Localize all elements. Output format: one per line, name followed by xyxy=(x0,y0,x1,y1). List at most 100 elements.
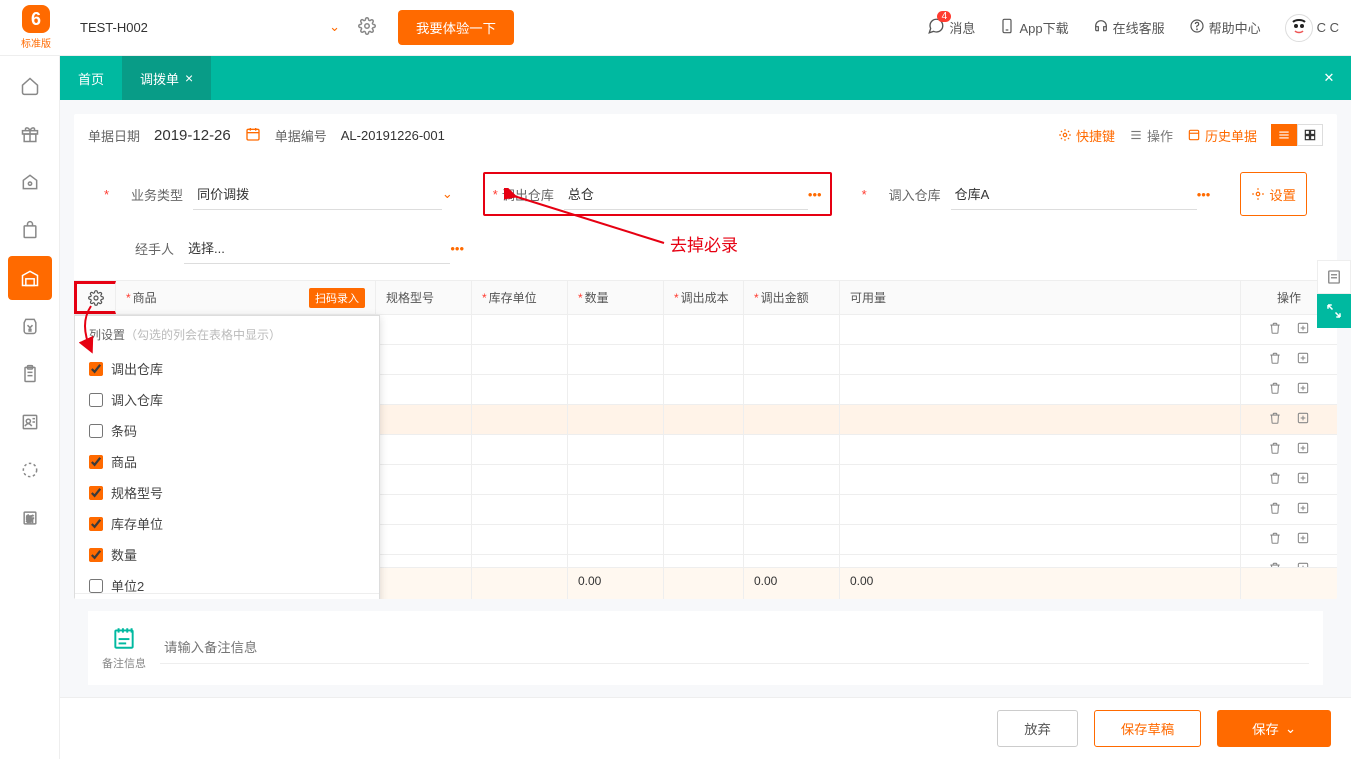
col-item[interactable]: 库存单位 xyxy=(89,508,365,539)
col-checkbox[interactable] xyxy=(89,548,103,562)
top-right-nav: 消息 4 App下载 在线客服 帮助中心 C C xyxy=(927,14,1339,42)
save-button[interactable]: 保存 ⌄ xyxy=(1217,710,1331,747)
sidebar-item-warehouse[interactable] xyxy=(8,256,52,300)
delete-row-icon[interactable] xyxy=(1268,381,1282,398)
col-item[interactable]: 规格型号 xyxy=(89,477,365,508)
main: 首页 调拨单 × ✕ 单据日期 2019-12-26 单据编号 AL-20191… xyxy=(60,56,1351,759)
delete-row-icon[interactable] xyxy=(1268,411,1282,428)
delete-row-icon[interactable] xyxy=(1268,441,1282,458)
delete-row-icon[interactable] xyxy=(1268,351,1282,368)
column-settings-button[interactable] xyxy=(74,281,116,314)
col-checkbox[interactable] xyxy=(89,579,103,593)
sidebar-item-money[interactable] xyxy=(8,304,52,348)
col-item[interactable]: 单位2 xyxy=(89,570,365,593)
delete-row-icon[interactable] xyxy=(1268,531,1282,548)
messages-label: 消息 xyxy=(949,18,975,37)
expand-button[interactable] xyxy=(1317,294,1351,328)
sidebar-item-contacts[interactable] xyxy=(8,400,52,444)
col-unit: *库存单位 xyxy=(472,281,568,314)
col-checkbox[interactable] xyxy=(89,362,103,376)
scan-badge[interactable]: 扫码录入 xyxy=(309,288,365,308)
col-checkbox[interactable] xyxy=(89,455,103,469)
col-item[interactable]: 调入仓库 xyxy=(89,384,365,415)
col-item[interactable]: 数量 xyxy=(89,539,365,570)
tab-transfer[interactable]: 调拨单 × xyxy=(122,56,211,100)
shortcut-link[interactable]: 快捷键 xyxy=(1058,126,1115,145)
company-name: TEST-H002 xyxy=(80,20,148,35)
more-icon[interactable]: ••• xyxy=(1197,187,1211,202)
close-icon[interactable]: × xyxy=(185,70,193,86)
gear-icon[interactable] xyxy=(358,17,376,38)
sidebar-item-gift[interactable] xyxy=(8,112,52,156)
help-center-label: 帮助中心 xyxy=(1209,18,1261,37)
user-menu[interactable]: C C xyxy=(1285,14,1339,42)
tab-home[interactable]: 首页 xyxy=(60,56,122,100)
col-spec: 规格型号 xyxy=(376,281,472,314)
sidebar-item-new[interactable]: 新 xyxy=(8,496,52,540)
history-link[interactable]: 历史单据 xyxy=(1187,126,1257,145)
top-header: 6 标准版 TEST-H002 ⌄ 我要体验一下 消息 4 App下载 在线客服 xyxy=(0,0,1351,56)
messages-link[interactable]: 消息 4 xyxy=(927,17,975,38)
help-center-link[interactable]: 帮助中心 xyxy=(1189,18,1261,37)
sidebar-item-loading[interactable] xyxy=(8,448,52,492)
remark-icon: 备注信息 xyxy=(102,625,146,671)
cta-button[interactable]: 我要体验一下 xyxy=(398,10,514,45)
discard-button[interactable]: 放弃 xyxy=(997,710,1078,747)
date-value[interactable]: 2019-12-26 xyxy=(154,127,231,144)
col-item[interactable]: 条码 xyxy=(89,415,365,446)
col-item[interactable]: 调出仓库 xyxy=(89,353,365,384)
col-checkbox[interactable] xyxy=(89,517,103,531)
delete-row-icon[interactable] xyxy=(1268,471,1282,488)
save-draft-button[interactable]: 保存草稿 xyxy=(1094,710,1201,747)
view-grid-button[interactable] xyxy=(1297,124,1323,146)
view-list-button[interactable] xyxy=(1271,124,1297,146)
delete-row-icon[interactable] xyxy=(1268,321,1282,338)
popup-list[interactable]: 调出仓库调入仓库条码商品规格型号库存单位数量单位2 xyxy=(75,353,379,593)
add-row-icon[interactable] xyxy=(1296,381,1310,398)
phone-icon xyxy=(999,18,1015,37)
date-label: 单据日期 xyxy=(88,126,140,145)
add-row-icon[interactable] xyxy=(1296,471,1310,488)
col-checkbox[interactable] xyxy=(89,424,103,438)
online-service-link[interactable]: 在线客服 xyxy=(1093,18,1165,37)
help-icon xyxy=(1189,18,1205,37)
col-item[interactable]: 商品 xyxy=(89,446,365,477)
add-row-icon[interactable] xyxy=(1296,441,1310,458)
headset-icon xyxy=(1093,18,1109,37)
sidebar-item-house[interactable] xyxy=(8,160,52,204)
col-goods: *商品扫码录入 xyxy=(116,281,376,314)
docno-value: AL-20191226-001 xyxy=(341,128,445,143)
add-row-icon[interactable] xyxy=(1296,321,1310,338)
form-row-1: * 业务类型 同价调拨 ⌄ * 调出仓库 总仓 xyxy=(74,156,1337,222)
app-download-label: App下载 xyxy=(1019,18,1068,37)
sidebar-item-clipboard[interactable] xyxy=(8,352,52,396)
in-warehouse-field[interactable]: * 调入仓库 仓库A ••• xyxy=(862,172,1211,216)
app-download-link[interactable]: App下载 xyxy=(999,18,1068,37)
popup-title: 列设置（勾选的列会在表格中显示） xyxy=(75,316,379,353)
notes-panel-button[interactable] xyxy=(1317,260,1351,294)
operate-link[interactable]: 操作 xyxy=(1129,126,1173,145)
view-toggle xyxy=(1271,124,1323,146)
add-row-icon[interactable] xyxy=(1296,411,1310,428)
biz-type-field[interactable]: * 业务类型 同价调拨 ⌄ xyxy=(104,172,453,216)
sidebar-item-home[interactable] xyxy=(8,64,52,108)
col-checkbox[interactable] xyxy=(89,393,103,407)
add-row-icon[interactable] xyxy=(1296,531,1310,548)
add-row-icon[interactable] xyxy=(1296,501,1310,518)
footer-amount: 0.00 xyxy=(744,568,840,599)
more-icon[interactable]: ••• xyxy=(450,241,464,256)
close-all-tabs-button[interactable]: ✕ xyxy=(1307,56,1351,100)
settings-button[interactable]: 设置 xyxy=(1240,172,1307,216)
add-row-icon[interactable] xyxy=(1296,351,1310,368)
more-icon[interactable]: ••• xyxy=(808,187,822,202)
docno-label: 单据编号 xyxy=(275,126,327,145)
company-select[interactable]: TEST-H002 ⌄ xyxy=(80,19,340,36)
col-checkbox[interactable] xyxy=(89,486,103,500)
delete-row-icon[interactable] xyxy=(1268,501,1282,518)
calendar-icon[interactable] xyxy=(245,126,261,145)
out-warehouse-field[interactable]: * 调出仓库 总仓 ••• xyxy=(483,172,832,216)
handler-field[interactable]: 经手人 选择... ••• xyxy=(104,232,464,264)
sidebar-item-bag[interactable] xyxy=(8,208,52,252)
avatar-icon xyxy=(1285,14,1313,42)
remark-input[interactable] xyxy=(160,632,1309,664)
